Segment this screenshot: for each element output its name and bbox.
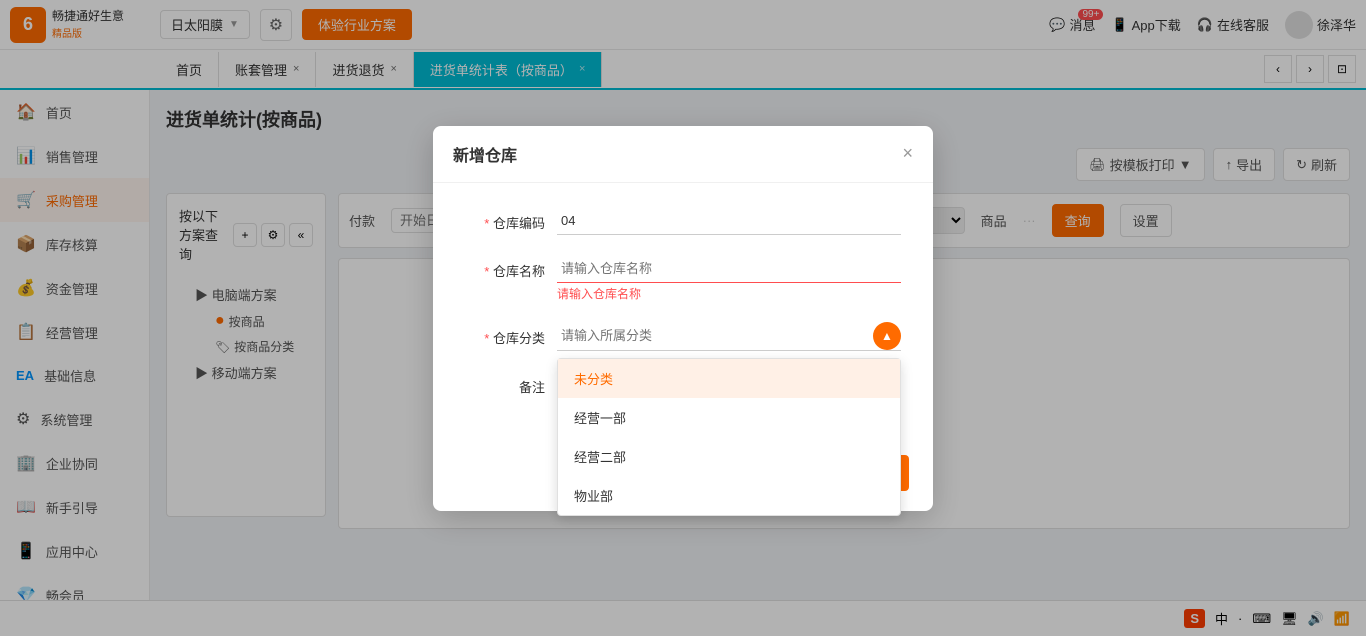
name-label: * 仓库名称 [465, 255, 545, 280]
dropdown-item-property[interactable]: 物业部 [558, 476, 900, 515]
code-label: * 仓库编码 [465, 207, 545, 232]
form-row-name: * 仓库名称 请输入仓库名称 [465, 255, 901, 302]
warehouse-name-input[interactable] [557, 255, 901, 283]
code-input-wrap [557, 207, 901, 235]
category-label: * 仓库分类 [465, 322, 545, 347]
form-row-category: * 仓库分类 ▲ 未分类 经营一部 经营二部 物业部 [465, 322, 901, 351]
dropdown-item-uncategorized[interactable]: 未分类 [558, 359, 900, 398]
form-row-code: * 仓库编码 [465, 207, 901, 235]
category-text-input[interactable] [557, 322, 873, 349]
name-error-tip: 请输入仓库名称 [557, 285, 901, 302]
notes-label: 备注 [465, 371, 545, 396]
category-toggle-button[interactable]: ▲ [873, 322, 901, 350]
warehouse-code-input[interactable] [557, 207, 901, 235]
category-input-wrap: ▲ 未分类 经营一部 经营二部 物业部 [557, 322, 901, 351]
name-input-wrap: 请输入仓库名称 [557, 255, 901, 302]
category-dropdown: 未分类 经营一部 经营二部 物业部 [557, 358, 901, 516]
modal-body: * 仓库编码 * 仓库名称 请输入仓库名称 [433, 183, 933, 443]
modal-overlay[interactable]: 新增仓库 × * 仓库编码 * 仓库名称 [0, 0, 1366, 636]
category-selector: ▲ [557, 322, 901, 351]
modal-close-button[interactable]: × [902, 143, 913, 164]
dropdown-item-dept1[interactable]: 经营一部 [558, 398, 900, 437]
dropdown-item-dept2[interactable]: 经营二部 [558, 437, 900, 476]
new-warehouse-modal: 新增仓库 × * 仓库编码 * 仓库名称 [433, 126, 933, 511]
modal-title: 新增仓库 [453, 142, 517, 166]
modal-header: 新增仓库 × [433, 126, 933, 183]
